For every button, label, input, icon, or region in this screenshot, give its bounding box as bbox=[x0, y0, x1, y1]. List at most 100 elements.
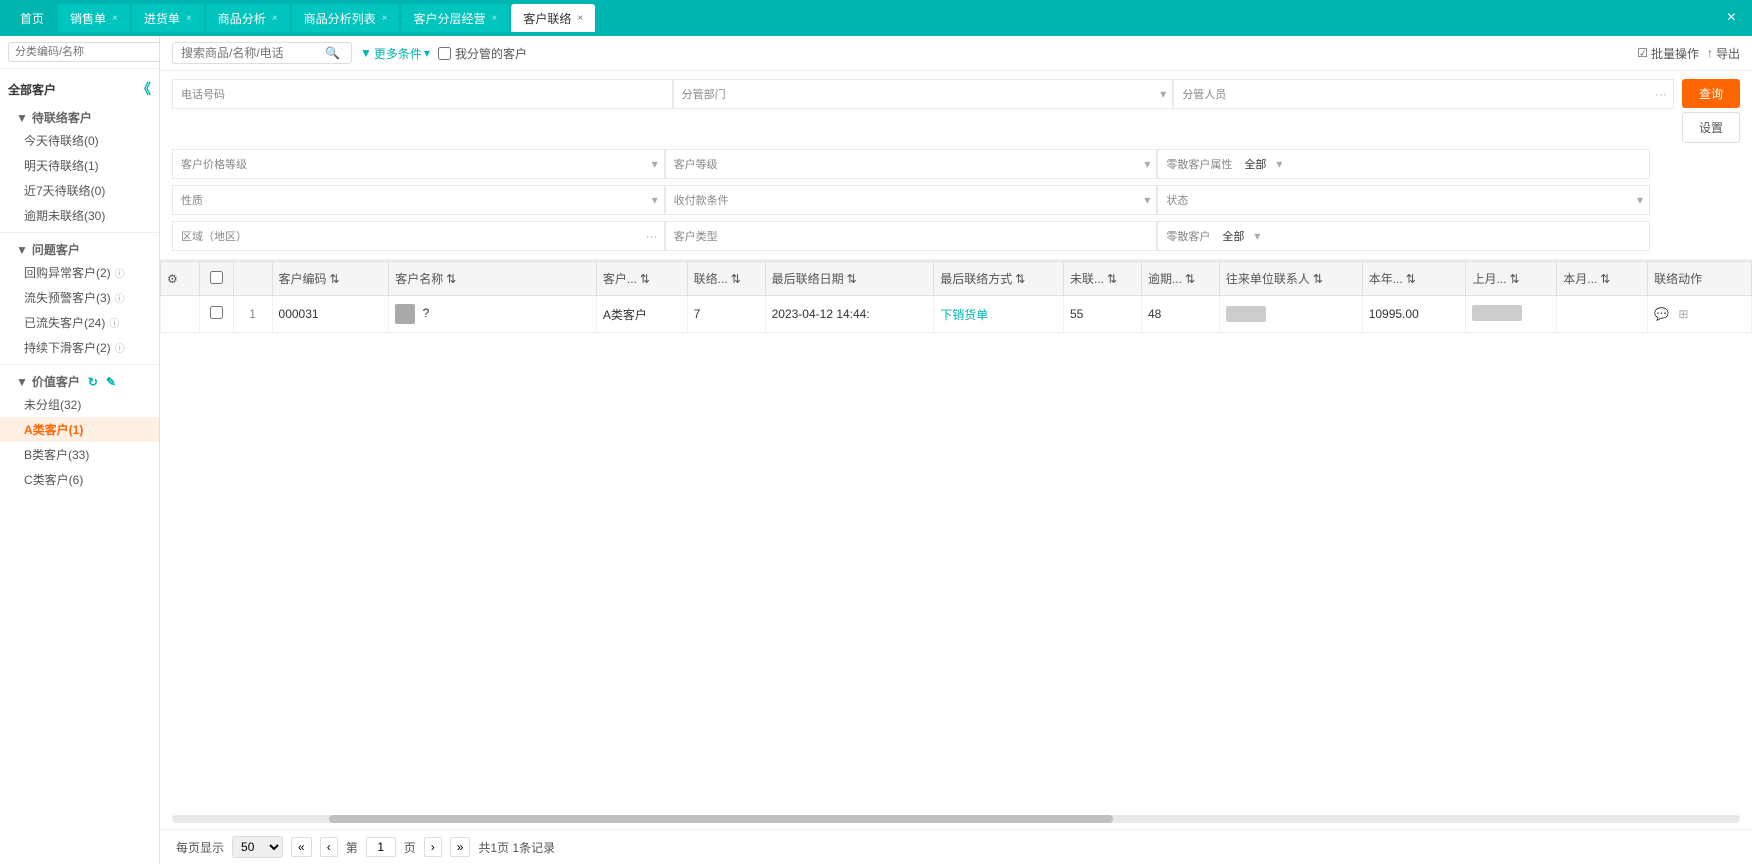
close-tab-analysis[interactable]: × bbox=[272, 13, 278, 24]
nav-tab-analysis-list[interactable]: 商品分析列表 × bbox=[292, 4, 400, 32]
window-close-button[interactable]: × bbox=[1719, 9, 1744, 27]
nav-tab-sales[interactable]: 销售单 × bbox=[58, 4, 130, 32]
next-page-button[interactable]: › bbox=[424, 837, 442, 857]
page-label: 第 bbox=[346, 839, 358, 856]
close-tab-customer-tier[interactable]: × bbox=[491, 13, 497, 24]
cell-checkbox[interactable] bbox=[199, 296, 233, 333]
filter-customer-type-input[interactable] bbox=[726, 230, 1157, 242]
sidebar-item-unclassified[interactable]: 未分组(32) bbox=[0, 392, 159, 417]
col-this-year[interactable]: 本年... ⇅ bbox=[1362, 262, 1466, 296]
close-tab-sales[interactable]: × bbox=[112, 13, 118, 24]
filter-status-input[interactable] bbox=[1196, 194, 1631, 206]
sidebar-all-customers[interactable]: 全部客户 《 bbox=[0, 73, 159, 105]
filter-payment-input[interactable] bbox=[737, 194, 1139, 206]
select-all-checkbox[interactable] bbox=[210, 271, 223, 284]
edit-icon[interactable]: ✎ bbox=[106, 375, 116, 389]
nav-tab-customer-tier[interactable]: 客户分层经营 × bbox=[401, 4, 509, 32]
close-tab-purchase[interactable]: × bbox=[186, 13, 192, 24]
triangle-icon: ▼ bbox=[16, 111, 28, 125]
nav-tab-home[interactable]: 首页 bbox=[8, 4, 56, 32]
nav-tab-analysis[interactable]: 商品分析 × bbox=[206, 4, 290, 32]
filter-nature-dropdown[interactable]: ▾ bbox=[646, 193, 664, 207]
query-button[interactable]: 查询 bbox=[1682, 79, 1740, 108]
last-method-link[interactable]: 下销货单 bbox=[940, 308, 988, 322]
col-type[interactable]: 客户... ⇅ bbox=[596, 262, 687, 296]
sidebar-pending-contact-group[interactable]: ▼ 待联络客户 bbox=[0, 105, 159, 128]
refresh-icon[interactable]: ↻ bbox=[88, 375, 98, 389]
more-filters-button[interactable]: ▼ 更多条件 ▾ bbox=[360, 45, 430, 62]
col-settings[interactable]: ⚙ bbox=[161, 262, 200, 296]
col-name[interactable]: 客户名称 ⇅ bbox=[389, 262, 597, 296]
sidebar-item-declining[interactable]: 持续下滑客户(2) ⓘ bbox=[0, 335, 159, 360]
col-contact-count[interactable]: 联络... ⇅ bbox=[687, 262, 765, 296]
batch-operation-button[interactable]: ☑ 批量操作 bbox=[1637, 45, 1699, 62]
filter-customer-level-input[interactable] bbox=[726, 158, 1139, 170]
filter-price-level-dropdown[interactable]: ▾ bbox=[646, 157, 664, 171]
col-last-method[interactable]: 最后联络方式 ⇅ bbox=[934, 262, 1064, 296]
filter-price-level-input[interactable] bbox=[255, 158, 646, 170]
sidebar-value-customers-group[interactable]: ▼ 价值客户 ↻ ✎ bbox=[0, 369, 159, 392]
filter-status-dropdown[interactable]: ▾ bbox=[1631, 193, 1649, 207]
sidebar-item-7day-contact[interactable]: 近7天待联络(0) bbox=[0, 178, 159, 203]
sidebar-collapse-icon[interactable]: 《 bbox=[137, 79, 151, 99]
sidebar-item-c-class[interactable]: C类客户(6) bbox=[0, 467, 159, 492]
col-this-month[interactable]: 本月... ⇅ bbox=[1557, 262, 1648, 296]
filter-person-more-icon[interactable]: ··· bbox=[1649, 87, 1673, 101]
export-button[interactable]: ↑ 导出 bbox=[1707, 45, 1740, 62]
col-uncontacted[interactable]: 未联... ⇅ bbox=[1064, 262, 1142, 296]
main-search-input[interactable] bbox=[181, 46, 321, 60]
prev-page-button[interactable]: ‹ bbox=[320, 837, 338, 857]
scrollbar-track[interactable] bbox=[172, 815, 1740, 823]
filter-region-more[interactable]: ··· bbox=[640, 229, 664, 243]
sidebar-item-a-class[interactable]: A类客户(1) bbox=[0, 417, 159, 442]
filter-payment: 收付款条件 ▾ bbox=[665, 185, 1158, 215]
sidebar-item-repurchase-abnormal[interactable]: 回购异常客户(2) ⓘ bbox=[0, 260, 159, 285]
col-select-all[interactable] bbox=[199, 262, 233, 296]
triangle-icon-3: ▼ bbox=[16, 375, 28, 389]
sidebar-item-b-class[interactable]: B类客户(33) bbox=[0, 442, 159, 467]
sidebar-item-churned[interactable]: 已流失客户(24) ⓘ bbox=[0, 310, 159, 335]
main-search-icon[interactable]: 🔍 bbox=[325, 46, 340, 60]
filter-dept-label: 分管部门 bbox=[674, 86, 734, 102]
sort-icon-thismonth: ⇅ bbox=[1600, 272, 1610, 286]
filter-dept-dropdown-icon[interactable]: ▾ bbox=[1154, 87, 1172, 101]
col-code[interactable]: 客户编码 ⇅ bbox=[272, 262, 389, 296]
sidebar-item-churn-warning[interactable]: 流失预警客户(3) ⓘ bbox=[0, 285, 159, 310]
filter-person-input[interactable] bbox=[1234, 88, 1649, 100]
filter-retail-attr-dropdown[interactable]: ▾ bbox=[1270, 157, 1288, 171]
filter-region-input[interactable] bbox=[255, 230, 640, 242]
nav-tab-purchase[interactable]: 进货单 × bbox=[132, 4, 204, 32]
sidebar-item-tomorrow-contact[interactable]: 明天待联络(1) bbox=[0, 153, 159, 178]
sidebar-item-today-contact[interactable]: 今天待联络(0) bbox=[0, 128, 159, 153]
settings-button[interactable]: 设置 bbox=[1682, 112, 1740, 143]
last-page-button[interactable]: » bbox=[450, 837, 471, 857]
filter-retail-customer-label: 零散客户 bbox=[1158, 228, 1218, 244]
message-icon[interactable]: 💬 bbox=[1654, 307, 1669, 321]
nav-tab-customer-contact[interactable]: 客户联络 × bbox=[511, 4, 595, 32]
first-page-button[interactable]: « bbox=[291, 837, 312, 857]
page-size-select[interactable]: 50 100 200 bbox=[232, 836, 283, 858]
qr-icon[interactable]: ⊞ bbox=[1678, 307, 1688, 321]
sidebar-item-overdue-contact[interactable]: 逾期未联络(30) bbox=[0, 203, 159, 228]
settings-icon[interactable]: ⚙ bbox=[167, 272, 178, 286]
row-checkbox[interactable] bbox=[210, 306, 223, 319]
scrollbar-thumb[interactable] bbox=[329, 815, 1113, 823]
sidebar-problem-customers-group[interactable]: ▼ 问题客户 bbox=[0, 237, 159, 260]
col-contact-person[interactable]: 往来单位联系人 ⇅ bbox=[1219, 262, 1362, 296]
close-tab-customer-contact[interactable]: × bbox=[577, 13, 583, 24]
page-number-input[interactable] bbox=[366, 837, 396, 857]
filter-customer-level-dropdown[interactable]: ▾ bbox=[1138, 157, 1156, 171]
my-customers-checkbox[interactable] bbox=[438, 47, 451, 60]
sidebar-search-input[interactable] bbox=[8, 42, 160, 62]
content-area: 🔍 ▼ 更多条件 ▾ 我分管的客户 ☑ 批量操作 ↑ 导出 bbox=[160, 36, 1752, 864]
filter-retail-customer-dropdown[interactable]: ▾ bbox=[1248, 229, 1266, 243]
filter-nature-input[interactable] bbox=[211, 194, 646, 206]
filter-phone-input[interactable] bbox=[233, 88, 672, 100]
col-overdue[interactable]: 逾期... ⇅ bbox=[1141, 262, 1219, 296]
filter-dept-input[interactable] bbox=[734, 88, 1155, 100]
col-last-month[interactable]: 上月... ⇅ bbox=[1466, 262, 1557, 296]
cell-last-method[interactable]: 下销货单 bbox=[934, 296, 1064, 333]
col-last-date[interactable]: 最后联络日期 ⇅ bbox=[765, 262, 934, 296]
filter-payment-dropdown[interactable]: ▾ bbox=[1138, 193, 1156, 207]
close-tab-analysis-list[interactable]: × bbox=[382, 13, 388, 24]
